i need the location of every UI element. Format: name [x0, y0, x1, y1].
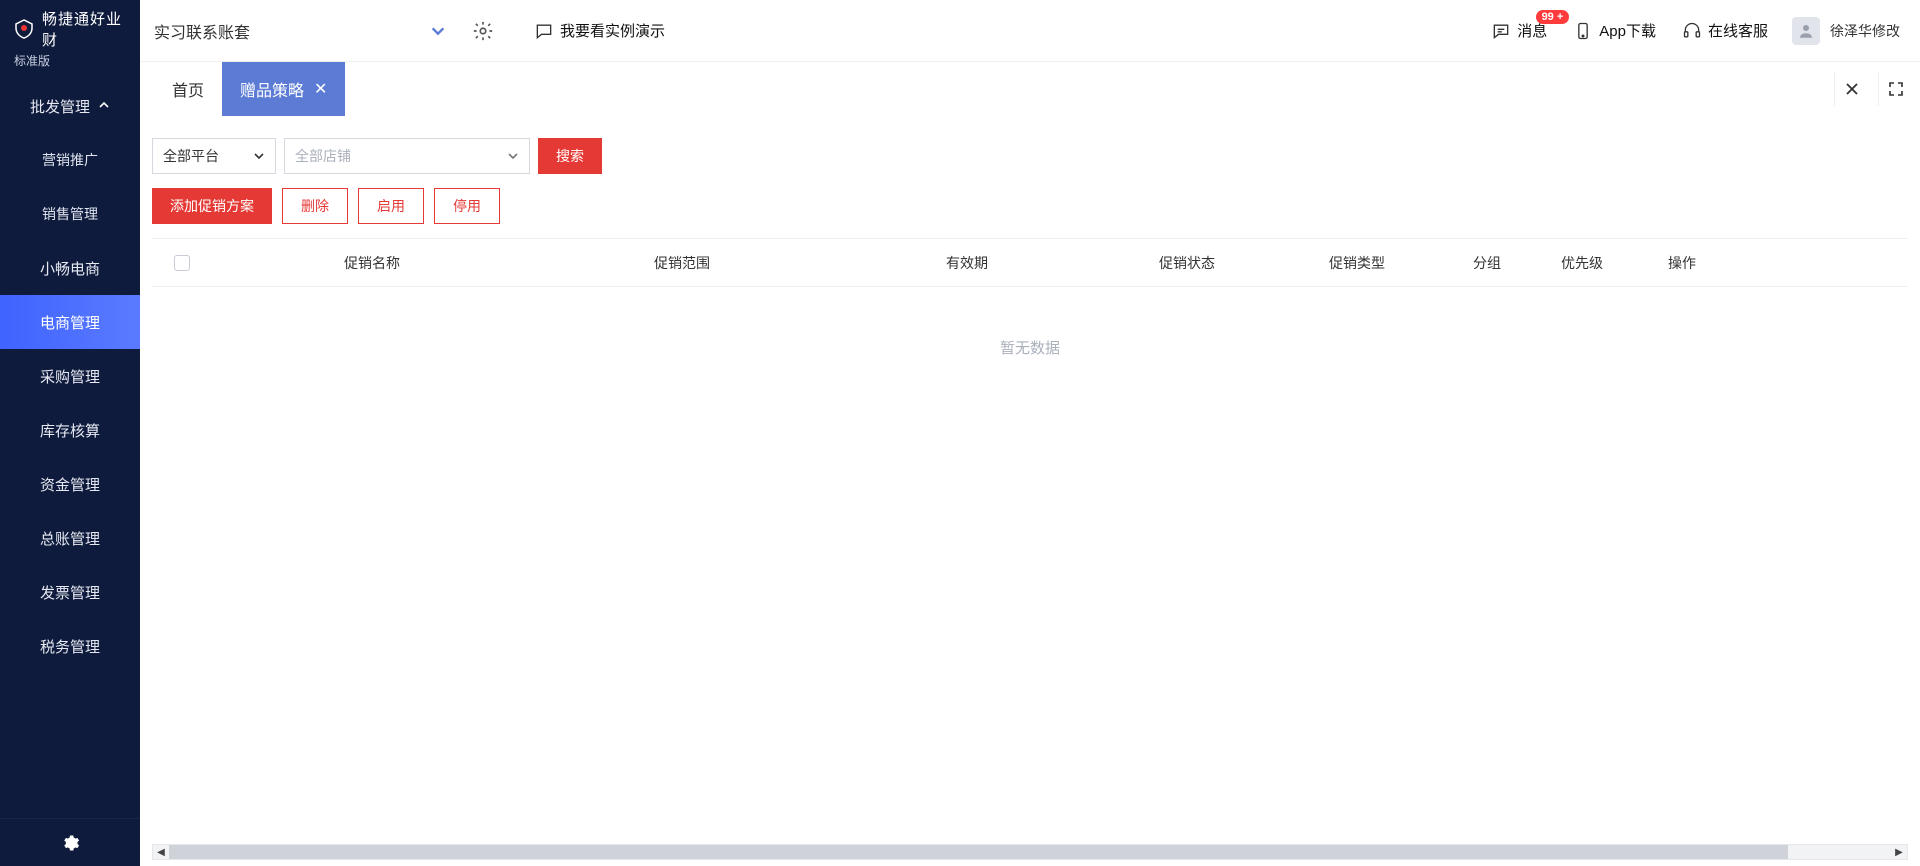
chevron-down-icon — [430, 23, 446, 39]
table-header: 促销名称 促销范围 有效期 促销状态 促销类型 分组 优先级 操作 — [152, 239, 1908, 287]
online-service-label: 在线客服 — [1708, 20, 1768, 41]
col-promo-type: 促销类型 — [1272, 253, 1442, 273]
brand-name: 畅捷通好业财 — [42, 8, 130, 50]
username: 徐泽华修改 — [1830, 21, 1900, 41]
sidebar-item-label: 销售管理 — [42, 204, 98, 224]
sidebar: 畅捷通好业财 标准版 批发管理 营销推广 销售管理 小畅电商 电商管理 采购管理… — [0, 0, 140, 866]
select-all-cell — [152, 255, 212, 271]
phone-icon — [1573, 21, 1593, 41]
sidebar-item-ledger[interactable]: 总账管理 — [0, 511, 140, 565]
brand-logo-icon — [12, 17, 36, 41]
sidebar-item-sales[interactable]: 销售管理 — [0, 187, 140, 241]
sidebar-item-label: 营销推广 — [42, 150, 98, 170]
brand: 畅捷通好业财 — [0, 0, 140, 52]
content: 全部平台 全部店铺 搜索 添加促销方案 删除 启用 停用 促销名称 促销范围 有… — [140, 116, 1920, 866]
sidebar-item-label: 发票管理 — [40, 582, 100, 603]
sidebar-item-label: 小畅电商 — [40, 258, 100, 279]
tab-home[interactable]: 首页 — [154, 62, 222, 116]
tab-gift-strategy[interactable]: 赠品策略 ✕ — [222, 62, 345, 116]
message-icon — [1491, 21, 1511, 41]
fullscreen-button[interactable] — [1878, 72, 1912, 106]
brand-edition: 标准版 — [0, 52, 140, 79]
user-menu[interactable]: 徐泽华修改 — [1792, 17, 1900, 45]
demo-link-label: 我要看实例演示 — [560, 20, 665, 41]
sidebar-item-tax[interactable]: 税务管理 — [0, 619, 140, 673]
col-valid-period: 有效期 — [832, 253, 1102, 273]
col-promo-status: 促销状态 — [1102, 253, 1272, 273]
shop-select-placeholder: 全部店铺 — [295, 146, 351, 166]
disable-button[interactable]: 停用 — [434, 188, 500, 224]
table-empty: 暂无数据 — [152, 287, 1908, 407]
topbar: 实习联系账套 我要看实例演示 消息 99 + App下载 — [140, 0, 1920, 62]
tab-label: 赠品策略 — [240, 77, 304, 101]
select-all-checkbox[interactable] — [174, 255, 190, 271]
delete-button[interactable]: 删除 — [282, 188, 348, 224]
scroll-right-icon[interactable]: ▶ — [1891, 847, 1907, 858]
platform-select[interactable]: 全部平台 — [152, 138, 276, 174]
col-promo-name: 促销名称 — [212, 253, 532, 273]
sidebar-item-ecommerce[interactable]: 电商管理 — [0, 295, 140, 349]
col-priority: 优先级 — [1532, 253, 1632, 273]
headset-icon — [1682, 21, 1702, 41]
topbar-right: 消息 99 + App下载 在线客服 徐泽华修改 — [1483, 17, 1900, 45]
search-button[interactable]: 搜索 — [538, 138, 602, 174]
scroll-thumb[interactable] — [169, 845, 1788, 859]
chat-icon — [534, 21, 554, 41]
sidebar-item-label: 批发管理 — [30, 96, 90, 117]
horizontal-scrollbar[interactable]: ◀ ▶ — [152, 844, 1908, 860]
chevron-down-icon — [507, 150, 519, 162]
sidebar-item-funds[interactable]: 资金管理 — [0, 457, 140, 511]
side-nav: 批发管理 营销推广 销售管理 小畅电商 电商管理 采购管理 库存核算 资金管理 … — [0, 79, 140, 818]
account-selector[interactable]: 实习联系账套 — [154, 11, 454, 51]
chevron-down-icon — [253, 150, 265, 162]
actions-row: 添加促销方案 删除 启用 停用 — [152, 188, 1908, 224]
col-actions: 操作 — [1632, 253, 1732, 273]
demo-link[interactable]: 我要看实例演示 — [534, 20, 665, 41]
messages-link[interactable]: 消息 99 + — [1491, 20, 1547, 41]
gear-icon — [60, 833, 80, 853]
sidebar-item-marketing[interactable]: 营销推广 — [0, 133, 140, 187]
shop-select[interactable]: 全部店铺 — [284, 138, 530, 174]
sidebar-item-wholesale[interactable]: 批发管理 — [0, 79, 140, 133]
sidebar-item-invoice[interactable]: 发票管理 — [0, 565, 140, 619]
platform-select-value: 全部平台 — [163, 146, 219, 166]
messages-badge: 99 + — [1536, 10, 1570, 24]
app-download-label: App下载 — [1599, 20, 1656, 41]
enable-button[interactable]: 启用 — [358, 188, 424, 224]
online-service-link[interactable]: 在线客服 — [1682, 20, 1768, 41]
scroll-left-icon[interactable]: ◀ — [153, 847, 169, 858]
sidebar-item-label: 税务管理 — [40, 636, 100, 657]
filters-row: 全部平台 全部店铺 搜索 — [152, 138, 1908, 174]
settings-icon[interactable] — [472, 20, 494, 42]
sidebar-item-label: 电商管理 — [40, 312, 100, 333]
table: 促销名称 促销范围 有效期 促销状态 促销类型 分组 优先级 操作 暂无数据 — [152, 238, 1908, 407]
sidebar-settings[interactable] — [0, 818, 140, 866]
sidebar-item-label: 总账管理 — [40, 528, 100, 549]
col-group: 分组 — [1442, 253, 1532, 273]
chevron-up-icon — [98, 98, 110, 115]
add-promotion-button[interactable]: 添加促销方案 — [152, 188, 272, 224]
sidebar-item-inventory[interactable]: 库存核算 — [0, 403, 140, 457]
sidebar-item-label: 库存核算 — [40, 420, 100, 441]
sidebar-item-label: 资金管理 — [40, 474, 100, 495]
sidebar-item-label: 采购管理 — [40, 366, 100, 387]
tab-label: 首页 — [172, 77, 204, 101]
sidebar-item-xiaochang[interactable]: 小畅电商 — [0, 241, 140, 295]
close-all-tabs-button[interactable] — [1834, 72, 1868, 106]
avatar-icon — [1792, 17, 1820, 45]
sidebar-item-purchase[interactable]: 采购管理 — [0, 349, 140, 403]
tabs-row: 首页 赠品策略 ✕ — [140, 62, 1920, 116]
app-download-link[interactable]: App下载 — [1573, 20, 1656, 41]
account-name: 实习联系账套 — [154, 19, 250, 43]
close-icon[interactable]: ✕ — [314, 79, 327, 99]
col-promo-scope: 促销范围 — [532, 253, 832, 273]
scroll-track[interactable] — [169, 845, 1891, 859]
